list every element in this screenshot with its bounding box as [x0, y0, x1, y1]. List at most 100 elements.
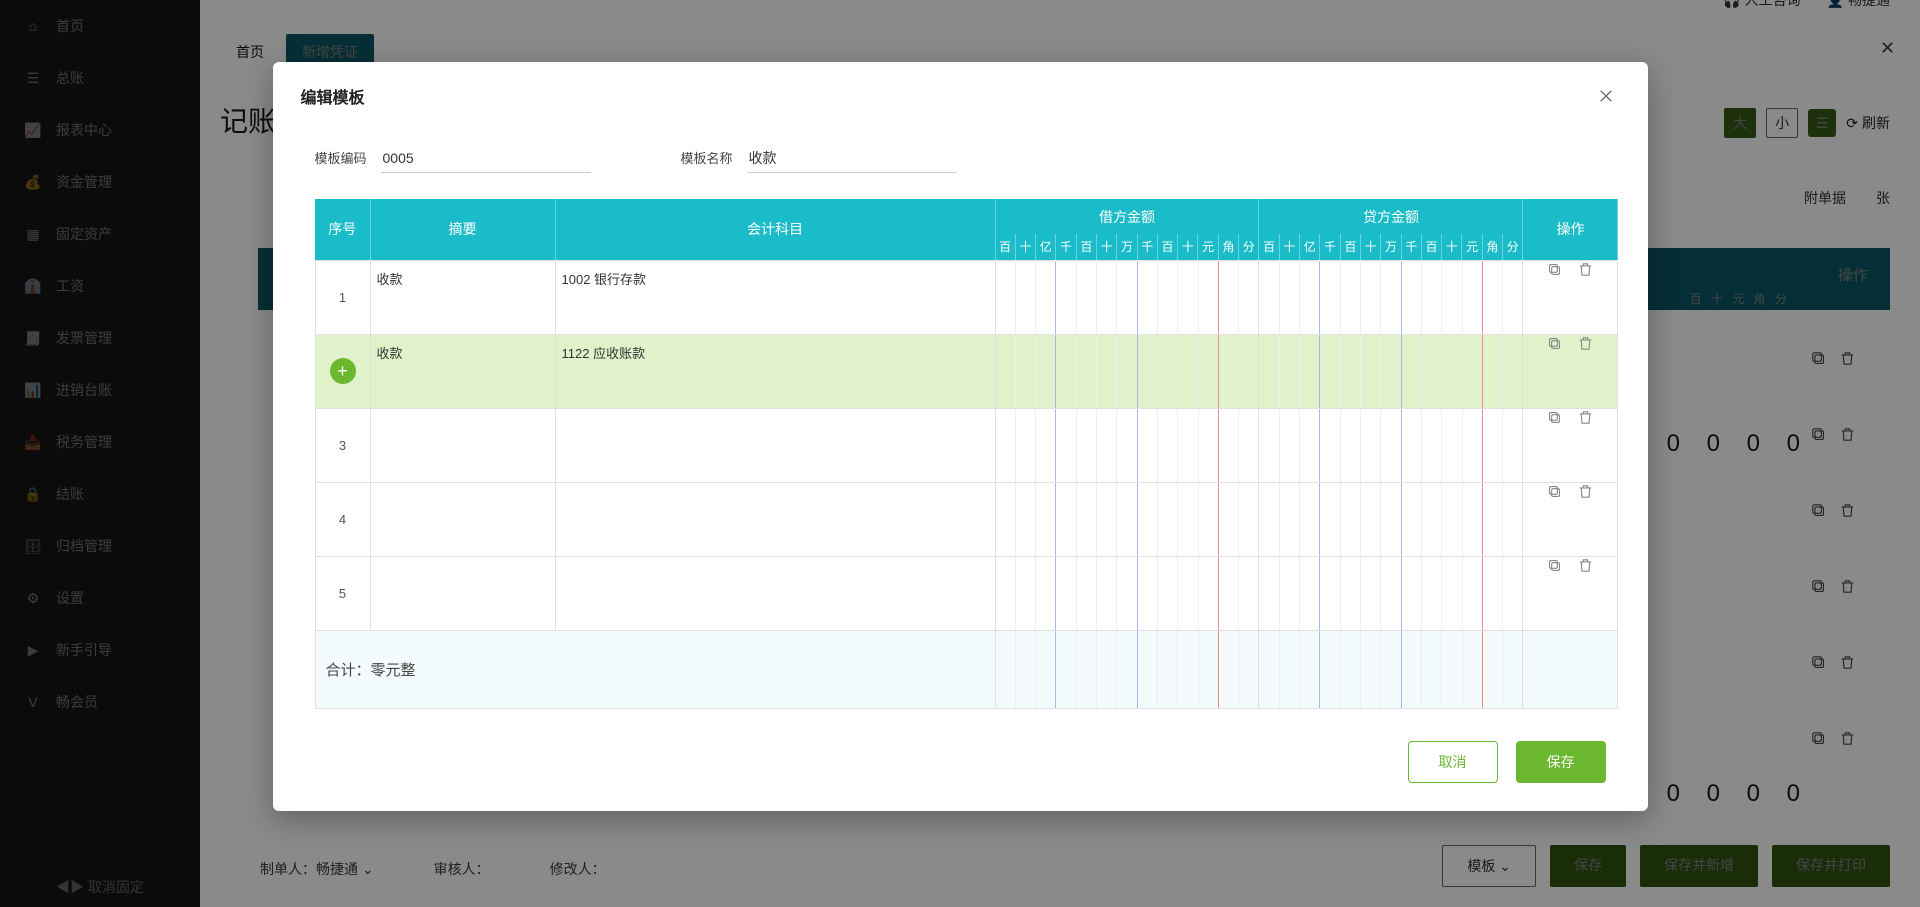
th-digit: 十: [1360, 234, 1380, 260]
row-copy-button[interactable]: [1546, 261, 1563, 281]
th-digit: 千: [1056, 234, 1076, 260]
cell-account[interactable]: [555, 482, 995, 556]
row-delete-button[interactable]: [1577, 483, 1594, 503]
row-delete-button[interactable]: [1577, 261, 1594, 281]
th-credit: 贷方金额: [1259, 199, 1523, 234]
close-icon: [1597, 87, 1615, 105]
cell-summary[interactable]: 收款: [370, 260, 555, 334]
add-row-button[interactable]: +: [330, 358, 356, 384]
th-digit: 百: [1340, 234, 1360, 260]
th-digit: 元: [1198, 234, 1218, 260]
template-code-label: 模板编码: [315, 148, 367, 173]
cell-credit[interactable]: [1259, 408, 1523, 482]
total-row: 合计：零元整: [315, 630, 1618, 708]
th-digit: 千: [1320, 234, 1340, 260]
row-copy-button[interactable]: [1546, 335, 1563, 355]
cell-ops: [1523, 260, 1618, 334]
th-digit: 分: [1503, 234, 1523, 260]
th-digit: 角: [1218, 234, 1238, 260]
template-code-input[interactable]: [381, 146, 591, 173]
cell-ops: [1523, 556, 1618, 630]
row-delete-button[interactable]: [1577, 557, 1594, 577]
template-name-label: 模板名称: [681, 148, 733, 173]
th-digit: 元: [1462, 234, 1482, 260]
cell-seq: 3: [315, 408, 370, 482]
row-copy-button[interactable]: [1546, 483, 1563, 503]
row-copy-button[interactable]: [1546, 557, 1563, 577]
cell-debit[interactable]: [995, 408, 1259, 482]
cell-account[interactable]: 1122 应收账款: [555, 334, 995, 408]
save-button[interactable]: 保存: [1516, 741, 1606, 783]
cell-summary[interactable]: [370, 408, 555, 482]
table-row[interactable]: 5: [315, 556, 1618, 630]
delete-icon: [1577, 261, 1594, 278]
table-row[interactable]: 3: [315, 408, 1618, 482]
row-delete-button[interactable]: [1577, 335, 1594, 355]
table-row[interactable]: 1收款1002 银行存款: [315, 260, 1618, 334]
cell-debit[interactable]: [995, 334, 1259, 408]
th-digit: 亿: [1036, 234, 1056, 260]
modal-close-button[interactable]: [1592, 82, 1620, 110]
table-row[interactable]: + 收款1122 应收账款: [315, 334, 1618, 408]
th-digit: 十: [1178, 234, 1198, 260]
cell-debit[interactable]: [995, 482, 1259, 556]
delete-icon: [1577, 335, 1594, 352]
th-digit: 万: [1117, 234, 1137, 260]
cell-seq: 4: [315, 482, 370, 556]
copy-icon: [1546, 483, 1563, 500]
th-digit: 角: [1482, 234, 1502, 260]
th-digit: 万: [1381, 234, 1401, 260]
cell-credit[interactable]: [1259, 334, 1523, 408]
template-form: 模板编码 模板名称: [315, 128, 1606, 199]
copy-icon: [1546, 409, 1563, 426]
copy-icon: [1546, 335, 1563, 352]
cell-credit[interactable]: [1259, 482, 1523, 556]
template-table: 序号 摘要 会计科目 借方金额 贷方金额 操作 百十亿千百十万千百十元角分百十亿…: [315, 199, 1619, 709]
cancel-button[interactable]: 取消: [1408, 741, 1498, 783]
th-digit: 千: [1401, 234, 1421, 260]
cell-ops: [1523, 334, 1618, 408]
cell-account[interactable]: 1002 银行存款: [555, 260, 995, 334]
row-delete-button[interactable]: [1577, 409, 1594, 429]
cell-credit[interactable]: [1259, 556, 1523, 630]
cell-account[interactable]: [555, 556, 995, 630]
cell-seq: 1: [315, 260, 370, 334]
delete-icon: [1577, 409, 1594, 426]
th-digit: 十: [1096, 234, 1116, 260]
copy-icon: [1546, 557, 1563, 574]
row-copy-button[interactable]: [1546, 409, 1563, 429]
modal-footer: 取消 保存: [273, 719, 1648, 811]
modal-title: 编辑模板: [301, 84, 365, 108]
th-account: 会计科目: [555, 199, 995, 260]
cell-debit[interactable]: [995, 556, 1259, 630]
cell-ops: [1523, 482, 1618, 556]
th-debit: 借方金额: [995, 199, 1259, 234]
cell-credit[interactable]: [1259, 260, 1523, 334]
table-row[interactable]: 4: [315, 482, 1618, 556]
th-digit: 百: [1421, 234, 1441, 260]
delete-icon: [1577, 483, 1594, 500]
cell-account[interactable]: [555, 408, 995, 482]
th-digit: 百: [1259, 234, 1279, 260]
cell-seq: 5: [315, 556, 370, 630]
th-digit: 百: [1157, 234, 1177, 260]
th-digit: 百: [1076, 234, 1096, 260]
th-digit: 分: [1239, 234, 1259, 260]
th-digit: 百: [995, 234, 1015, 260]
cell-seq: +: [315, 334, 370, 408]
th-summary: 摘要: [370, 199, 555, 260]
modal-overlay: 编辑模板 模板编码 模板名称: [0, 0, 1920, 907]
cell-summary[interactable]: [370, 482, 555, 556]
th-digit: 十: [1279, 234, 1299, 260]
cell-summary[interactable]: [370, 556, 555, 630]
th-seq: 序号: [315, 199, 370, 260]
th-op: 操作: [1523, 199, 1618, 260]
cell-ops: [1523, 408, 1618, 482]
template-name-input[interactable]: [747, 146, 957, 173]
cell-debit[interactable]: [995, 260, 1259, 334]
cell-summary[interactable]: 收款: [370, 334, 555, 408]
delete-icon: [1577, 557, 1594, 574]
th-digit: 千: [1137, 234, 1157, 260]
edit-template-modal: 编辑模板 模板编码 模板名称: [273, 62, 1648, 811]
th-digit: 亿: [1300, 234, 1320, 260]
